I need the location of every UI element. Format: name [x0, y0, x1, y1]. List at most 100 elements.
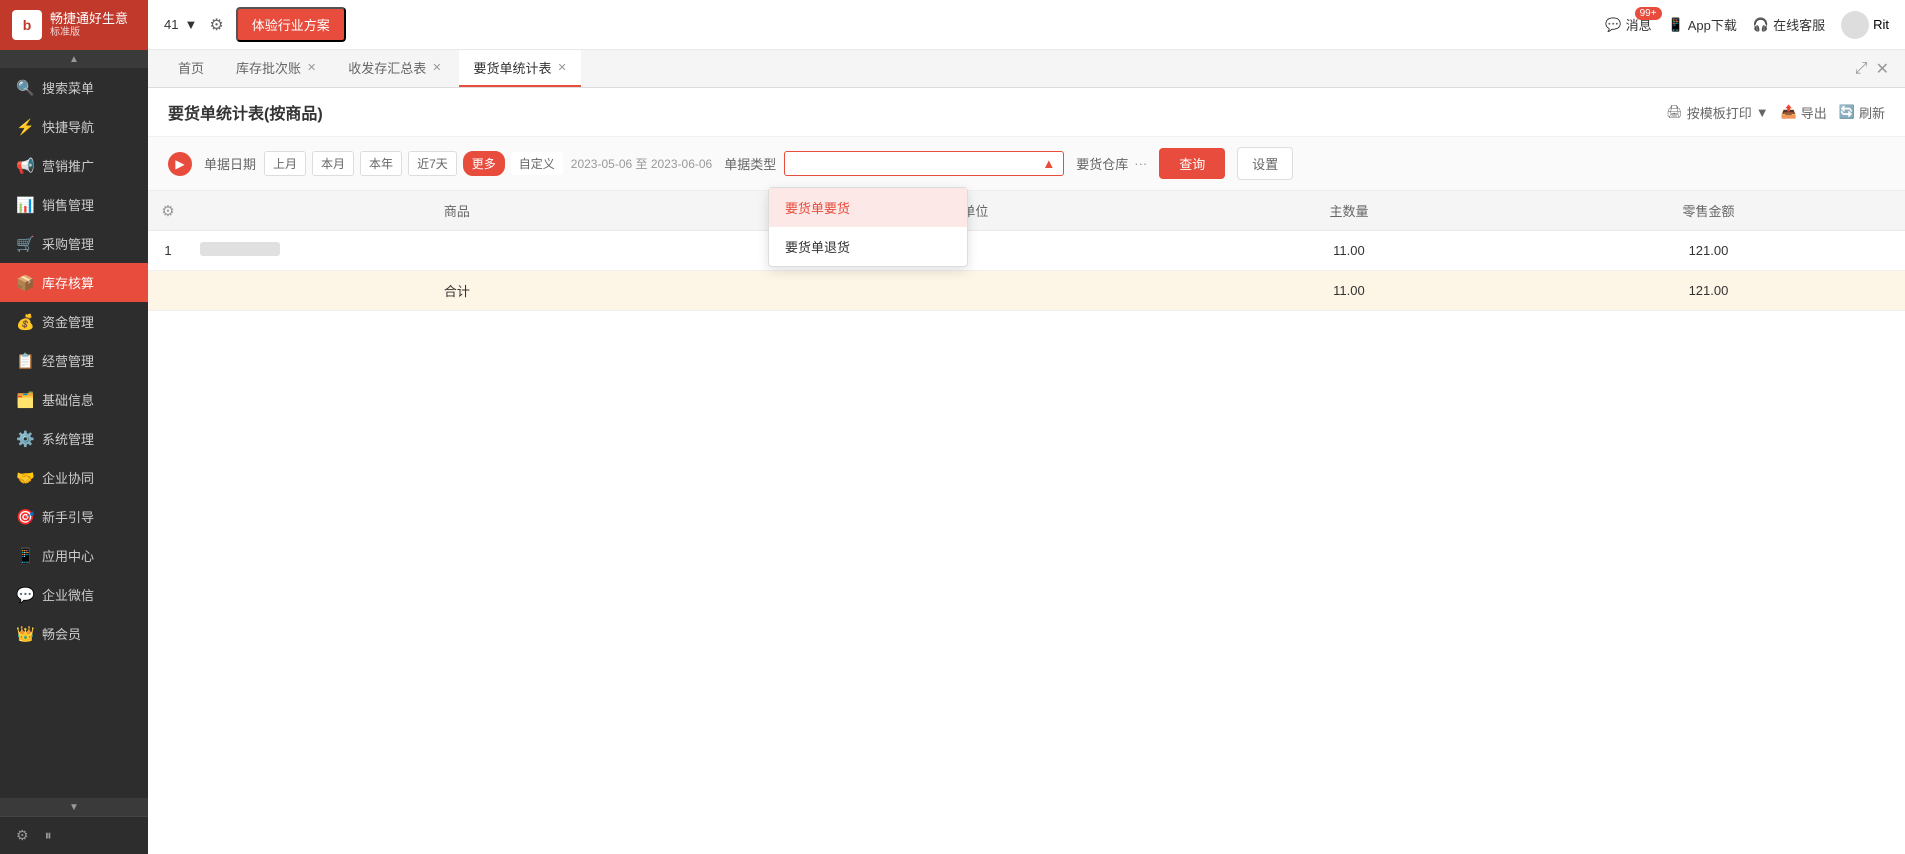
dropdown-item-order-return[interactable]: 要货单退货 — [769, 227, 967, 266]
footer-label: 合计 — [188, 271, 726, 311]
row-amount: 121.00 — [1512, 231, 1905, 271]
marketing-icon: 📢 — [16, 157, 34, 175]
current-year-btn[interactable]: 本年 — [360, 151, 402, 176]
app-logo: b — [12, 10, 42, 40]
sidebar-item-finance[interactable]: 💰 资金管理 — [0, 302, 148, 341]
settings-icon[interactable]: ⚙ — [16, 827, 29, 844]
enterprise-wechat-icon: 💬 — [16, 586, 34, 604]
warehouse-more-btn[interactable]: ··· — [1134, 156, 1147, 171]
app-download-icon: 📱 — [1668, 17, 1684, 33]
sidebar-item-guide[interactable]: 🎯 新手引导 — [0, 497, 148, 536]
user-name: Rit — [1873, 17, 1889, 32]
type-select[interactable]: ▲ — [784, 151, 1064, 176]
refresh-btn[interactable]: 🔄 刷新 — [1839, 103, 1885, 122]
sidebar-item-purchase[interactable]: 🛒 采购管理 — [0, 224, 148, 263]
page-content: 要货单统计表(按商品) 🖨 按模板打印 ▼ 📤 导出 🔄 刷新 ▶ — [148, 88, 1905, 854]
sidebar-item-marketing[interactable]: 📢 营销推广 — [0, 146, 148, 185]
query-btn[interactable]: 查询 — [1159, 148, 1225, 179]
export-icon: 📤 — [1781, 104, 1797, 120]
filter-settings-btn[interactable]: 设置 — [1237, 147, 1293, 180]
tab-expand-btn[interactable]: ⤢ — [1855, 59, 1868, 79]
sidebar-nav: 🔍 搜索菜单 ⚡ 快捷导航 📢 营销推广 📊 销售管理 🛒 采购管理 📦 — [0, 68, 148, 798]
app-download-btn[interactable]: 📱 App下载 — [1668, 15, 1737, 34]
date-filter-group: 单据日期 上月 本月 本年 近7天 更多 自定义 2023-05-06 至 20… — [204, 151, 712, 176]
page-title: 要货单统计表(按商品) — [168, 100, 323, 124]
trial-btn[interactable]: 体验行业方案 — [236, 7, 346, 42]
close-delivery-summary[interactable]: ✕ — [432, 61, 441, 74]
sidebar-footer: ⚙ ⏸ — [0, 816, 148, 854]
sidebar-item-enterprise-wechat[interactable]: 💬 企业微信 — [0, 575, 148, 614]
purchase-icon: 🛒 — [16, 235, 34, 253]
online-service-btn[interactable]: 🎧 在线客服 — [1753, 15, 1825, 34]
footer-amount: 121.00 — [1512, 271, 1905, 311]
date-label: 单据日期 — [204, 154, 256, 173]
row-product — [188, 231, 726, 271]
sales-icon: 📊 — [16, 196, 34, 214]
type-label: 单据类型 — [724, 154, 776, 173]
date-options: 上月 本月 本年 近7天 更多 自定义 — [264, 151, 563, 176]
tab-delivery-summary[interactable]: 收发存汇总表 ✕ — [334, 50, 455, 87]
row-quantity: 11.00 — [1186, 231, 1512, 271]
tab-actions: ⤢ ✕ — [1855, 59, 1889, 79]
topbar-settings-icon[interactable]: ⚙ — [209, 15, 223, 35]
sidebar-scroll-down[interactable]: ▼ — [0, 798, 148, 816]
store-selector[interactable]: 41 ▼ — [164, 17, 197, 32]
sidebar-item-basic-info[interactable]: 🗂️ 基础信息 — [0, 380, 148, 419]
template-print-btn[interactable]: 🖨 按模板打印 ▼ — [1666, 103, 1768, 122]
custom-date-btn[interactable]: 自定义 — [511, 152, 563, 175]
warehouse-filter: 要货仓库 ··· — [1076, 154, 1147, 173]
user-avatar — [1841, 11, 1869, 39]
messages-btn[interactable]: 💬 消息 99+ — [1605, 15, 1651, 34]
tab-batch-inventory[interactable]: 库存批次账 ✕ — [222, 50, 330, 87]
col-amount: 零售金额 — [1512, 191, 1905, 231]
guide-icon: 🎯 — [16, 508, 34, 526]
page-actions: 🖨 按模板打印 ▼ 📤 导出 🔄 刷新 — [1666, 103, 1885, 122]
warehouse-label: 要货仓库 — [1076, 154, 1128, 173]
tab-home[interactable]: 首页 — [164, 50, 218, 87]
tab-close-all-btn[interactable]: ✕ — [1876, 59, 1889, 79]
col-settings-icon[interactable]: ⚙ — [161, 203, 174, 220]
prev-month-btn[interactable]: 上月 — [264, 151, 306, 176]
more-dates-btn[interactable]: 更多 — [463, 151, 505, 176]
filter-expand-btn[interactable]: ▶ — [168, 152, 192, 176]
sidebar-item-app-center[interactable]: 📱 应用中心 — [0, 536, 148, 575]
main-area: 41 ▼ ⚙ 体验行业方案 💬 消息 99+ 📱 App下载 🎧 在线客服 — [148, 0, 1905, 854]
topbar-left: 41 ▼ ⚙ 体验行业方案 — [164, 7, 346, 42]
col-settings[interactable]: ⚙ — [148, 191, 188, 231]
sidebar-item-inventory[interactable]: 📦 库存核算 — [0, 263, 148, 302]
7days-btn[interactable]: 近7天 — [408, 151, 457, 176]
dropdown-item-order-request[interactable]: 要货单要货 — [769, 188, 967, 227]
app-center-icon: 📱 — [16, 547, 34, 565]
sidebar-scroll-up[interactable]: ▲ — [0, 50, 148, 68]
current-month-btn[interactable]: 本月 — [312, 151, 354, 176]
tab-order-summary[interactable]: 要货单统计表 ✕ — [459, 50, 580, 87]
sidebar-item-vip[interactable]: 👑 畅会员 — [0, 614, 148, 653]
printer-icon: 🖨 — [1666, 104, 1683, 120]
table-container: ⚙ 商品 主计量单位 主数量 零售金额 1 块 — [148, 191, 1905, 311]
table-row: 1 块 11.00 121.00 — [148, 231, 1905, 271]
headset-icon: 🎧 — [1753, 17, 1769, 33]
sidebar-item-system[interactable]: ⚙️ 系统管理 — [0, 419, 148, 458]
sidebar-item-sales[interactable]: 📊 销售管理 — [0, 185, 148, 224]
operations-icon: 📋 — [16, 352, 34, 370]
sidebar-header: b 畅捷通好生意 标准版 — [0, 0, 148, 50]
user-menu[interactable]: Rit — [1841, 11, 1889, 39]
date-range: 2023-05-06 至 2023-06-06 — [571, 155, 712, 172]
table-footer-row: 合计 11.00 121.00 — [148, 271, 1905, 311]
export-btn[interactable]: 📤 导出 — [1781, 103, 1827, 122]
tabbar: 首页 库存批次账 ✕ 收发存汇总表 ✕ 要货单统计表 ✕ ⤢ ✕ — [148, 50, 1905, 88]
basic-info-icon: 🗂️ — [16, 391, 34, 409]
close-order-summary[interactable]: ✕ — [558, 61, 567, 74]
inventory-icon: 📦 — [16, 274, 34, 292]
close-batch-inventory[interactable]: ✕ — [307, 61, 316, 74]
cooperation-icon: 🤝 — [16, 469, 34, 487]
sidebar-item-operations[interactable]: 📋 经营管理 — [0, 341, 148, 380]
search-icon: 🔍 — [16, 79, 34, 97]
chevron-down-icon: ▼ — [184, 17, 197, 32]
message-icon: 💬 — [1605, 17, 1621, 33]
sidebar-item-search[interactable]: 🔍 搜索菜单 — [0, 68, 148, 107]
collapse-icon[interactable]: ⏸ — [45, 827, 52, 844]
system-icon: ⚙️ — [16, 430, 34, 448]
sidebar-item-quick-nav[interactable]: ⚡ 快捷导航 — [0, 107, 148, 146]
sidebar-item-cooperation[interactable]: 🤝 企业协同 — [0, 458, 148, 497]
